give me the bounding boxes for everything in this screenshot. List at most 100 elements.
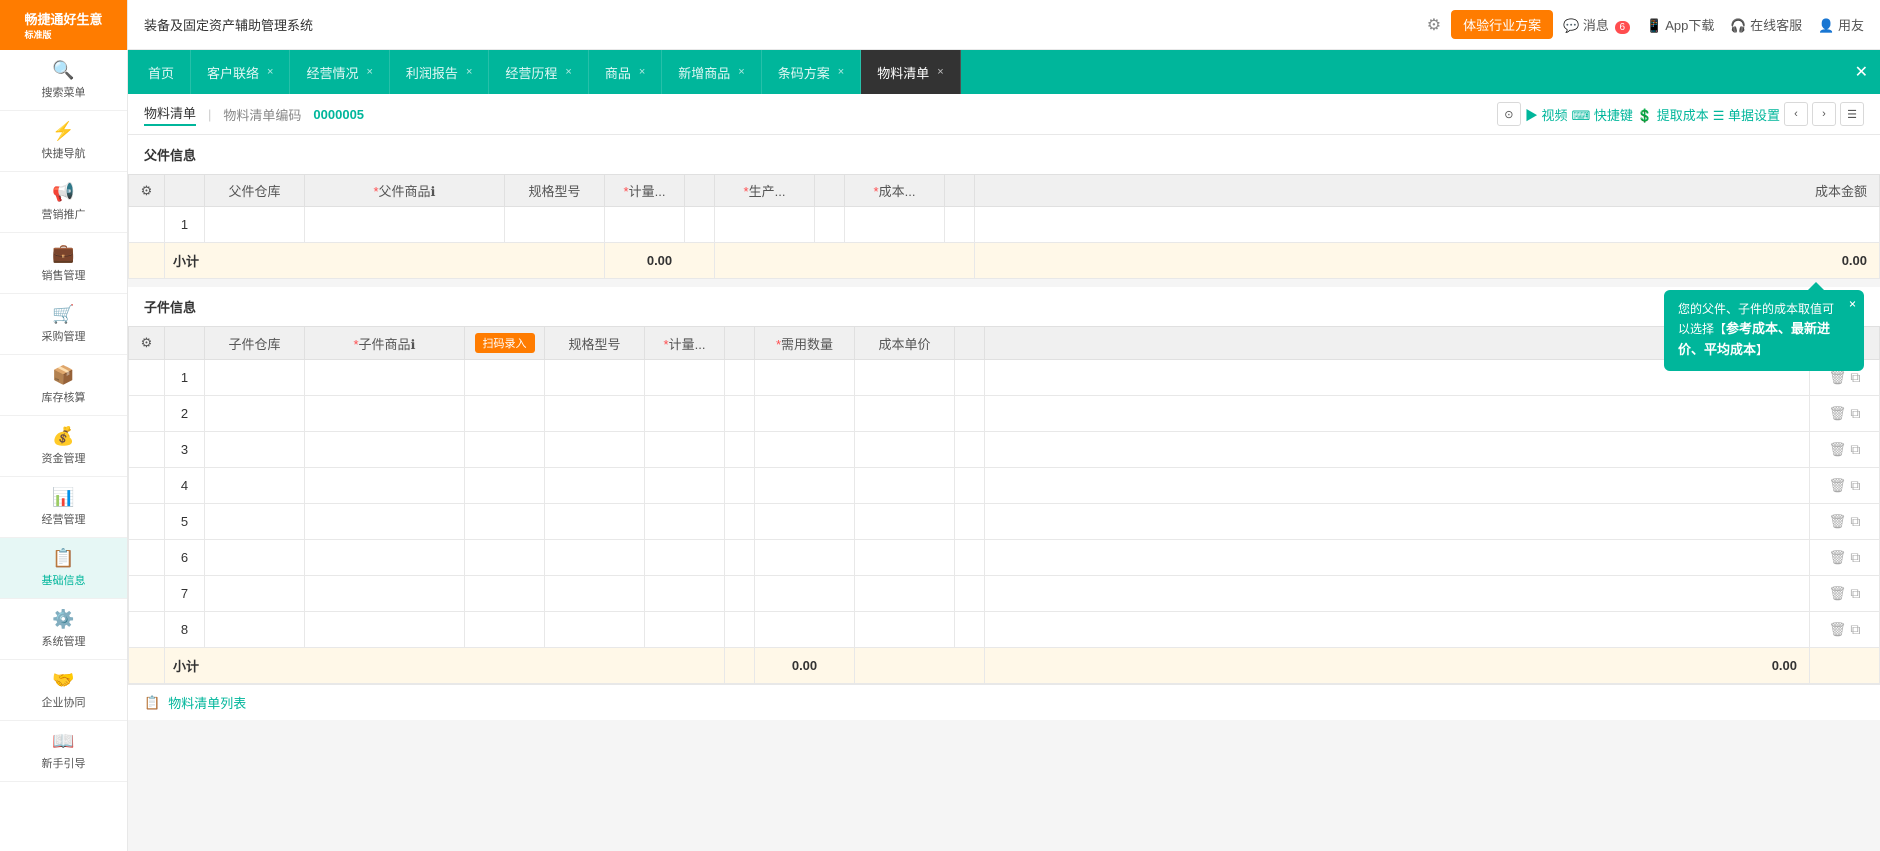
parent-col-produce: *生产... [715, 175, 815, 207]
delete-icon-5[interactable]: 🗑 [1829, 549, 1847, 566]
copy-icon-0[interactable]: ⧉ [1850, 369, 1860, 386]
topbar: 装备及固定资产辅助管理系统 ⚙ 体验行业方案 💬 消息 6 📱 App下载 🎧 … [128, 0, 1880, 50]
try-button[interactable]: 体验行业方案 [1451, 10, 1553, 39]
tab-close-8[interactable]: × [937, 66, 943, 78]
sidebar-item-2[interactable]: 📢营销推广 [0, 172, 127, 233]
sub-header-actions: ⊙ ▶ 视频 ⌨ 快捷键 💲 提取成本 ☰ 单据设置 ‹ › ☰ [1497, 102, 1864, 126]
view-action[interactable]: ▶ 视频 [1525, 105, 1568, 124]
cost-tooltip: ××您的父件、子件的成本取值可以选择【参考成本、最新进价、平均成本】 [1664, 290, 1864, 371]
online-service-action[interactable]: 🎧 在线客服 [1730, 15, 1802, 34]
message-badge: 6 [1615, 21, 1631, 34]
app-download-action[interactable]: 📱 App下载 [1646, 15, 1714, 34]
tab-close-4[interactable]: × [565, 66, 571, 78]
child-col-product: *子件商品ℹ [305, 327, 465, 360]
topbar-actions: 💬 消息 6 📱 App下载 🎧 在线客服 👤 用友 [1563, 15, 1864, 34]
child-col-number [165, 327, 205, 360]
nav-list[interactable]: ☰ [1840, 102, 1864, 126]
settings-icon[interactable]: ⚙ [1427, 15, 1441, 35]
sidebar-icon-8: 📋 [52, 548, 74, 569]
sub-tab-1[interactable]: 物料清单 [144, 103, 196, 126]
tab-close-6[interactable]: × [738, 66, 744, 78]
nav-tab-0[interactable]: 首页 [128, 50, 191, 94]
nav-tab-7[interactable]: 条码方案× [762, 50, 861, 94]
sidebar-icon-5: 📦 [52, 365, 74, 386]
nav-tab-3[interactable]: 利润报告× [390, 50, 489, 94]
sidebar-item-5[interactable]: 📦库存核算 [0, 355, 127, 416]
child-row-1: 2 🗑 ⧉ [129, 396, 1880, 432]
child-table: ⚙ 子件仓库 *子件商品ℹ 扫码录入 规格型号 *计量... *需用数量 成本单… [128, 326, 1880, 684]
sidebar-item-1[interactable]: ⚡快捷导航 [0, 111, 127, 172]
delete-icon-1[interactable]: 🗑 [1829, 405, 1847, 422]
child-col-scan[interactable]: 扫码录入 [465, 327, 545, 360]
parent-section: 父件信息 ⚙ 父件仓库 *父件商品ℹ 规格型号 *计量... *生产... [128, 135, 1880, 279]
sidebar-item-11[interactable]: 📖新手引导 [0, 721, 127, 782]
nav-tab-1[interactable]: 客户联络× [191, 50, 290, 94]
sidebar-icon-1: ⚡ [52, 121, 74, 142]
child-col-unit: *计量... [645, 327, 725, 360]
parent-col-extra2 [815, 175, 845, 207]
tab-close-3[interactable]: × [466, 66, 472, 78]
sidebar-item-6[interactable]: 💰资金管理 [0, 416, 127, 477]
tab-close-1[interactable]: × [267, 66, 273, 78]
sidebar-item-0[interactable]: 🔍搜索菜单 [0, 50, 127, 111]
sidebar-icon-6: 💰 [52, 426, 74, 447]
nav-first[interactable]: ⊙ [1497, 102, 1521, 126]
parent-col-amount: 成本金额 [975, 175, 1880, 207]
tab-close-2[interactable]: × [366, 66, 372, 78]
delete-icon-6[interactable]: 🗑 [1829, 585, 1847, 602]
delete-icon-3[interactable]: 🗑 [1829, 477, 1847, 494]
parent-row-1: 1 [129, 207, 1880, 243]
system-title: 装备及固定资产辅助管理系统 [144, 15, 1417, 34]
nav-tab-4[interactable]: 经营历程× [489, 50, 588, 94]
app-logo: 畅捷通好生意 标准版 [0, 0, 127, 50]
child-section: 子件信息 ⚙ 子件仓库 *子件商品ℹ 扫码录入 规格型号 *计量... [128, 287, 1880, 684]
child-row-3: 4 🗑 ⧉ [129, 468, 1880, 504]
parent-col-warehouse: 父件仓库 [205, 175, 305, 207]
delete-icon-2[interactable]: 🗑 [1829, 441, 1847, 458]
nav-tabs: 首页客户联络×经营情况×利润报告×经营历程×商品×新增商品×条码方案×物料清单×… [128, 50, 1880, 94]
copy-icon-2[interactable]: ⧉ [1850, 441, 1860, 458]
parent-table: ⚙ 父件仓库 *父件商品ℹ 规格型号 *计量... *生产... *成本... [128, 174, 1880, 279]
copy-icon-7[interactable]: ⧉ [1850, 621, 1860, 638]
child-col-spec: 规格型号 [545, 327, 645, 360]
copy-icon-5[interactable]: ⧉ [1850, 549, 1860, 566]
sub-header: 物料清单 | 物料清单编码 0000005 ⊙ ▶ 视频 ⌨ 快捷键 💲 提取成… [128, 94, 1880, 135]
tab-close-7[interactable]: × [838, 66, 844, 78]
copy-icon-1[interactable]: ⧉ [1850, 405, 1860, 422]
delete-icon-0[interactable]: 🗑 [1829, 369, 1847, 386]
copy-icon-4[interactable]: ⧉ [1850, 513, 1860, 530]
nav-tab-5[interactable]: 商品× [589, 50, 662, 94]
main-area: 装备及固定资产辅助管理系统 ⚙ 体验行业方案 💬 消息 6 📱 App下载 🎧 … [128, 0, 1880, 851]
copy-icon-6[interactable]: ⧉ [1850, 585, 1860, 602]
sidebar-item-9[interactable]: ⚙️系统管理 [0, 599, 127, 660]
shortcut-action[interactable]: ⌨ 快捷键 [1571, 105, 1632, 124]
sidebar-icon-3: 💼 [52, 243, 74, 264]
document-code: 0000005 [313, 107, 364, 122]
copy-icon-3[interactable]: ⧉ [1850, 477, 1860, 494]
cost-action[interactable]: 💲 提取成本 [1637, 105, 1709, 124]
user-avatar[interactable]: 👤 用友 [1818, 15, 1864, 34]
nav-tab-2[interactable]: 经营情况× [290, 50, 389, 94]
tab-close-5[interactable]: × [639, 66, 645, 78]
nav-tab-8[interactable]: 物料清单× [861, 50, 960, 94]
close-all-tabs-icon[interactable]: ✕ [1843, 62, 1880, 82]
scan-input-button[interactable]: 扫码录入 [475, 333, 535, 353]
sidebar-item-8[interactable]: 📋基础信息 [0, 538, 127, 599]
sidebar-item-10[interactable]: 🤝企业协同 [0, 660, 127, 721]
bottom-text[interactable]: 物料清单列表 [168, 693, 246, 712]
sidebar-item-3[interactable]: 💼销售管理 [0, 233, 127, 294]
nav-prev[interactable]: ‹ [1784, 102, 1808, 126]
sidebar-item-7[interactable]: 📊经营管理 [0, 477, 127, 538]
parent-col-extra3 [945, 175, 975, 207]
nav-tab-6[interactable]: 新增商品× [662, 50, 761, 94]
nav-next[interactable]: › [1812, 102, 1836, 126]
parent-section-title: 父件信息 [128, 135, 1880, 174]
tooltip-close-icon[interactable]: × [1849, 295, 1856, 314]
message-action[interactable]: 💬 消息 6 [1563, 15, 1630, 34]
delete-icon-4[interactable]: 🗑 [1829, 513, 1847, 530]
settings-action[interactable]: ☰ 单据设置 [1713, 105, 1780, 124]
child-row-4: 5 🗑 ⧉ [129, 504, 1880, 540]
sidebar-item-4[interactable]: 🛒采购管理 [0, 294, 127, 355]
parent-col-number [165, 175, 205, 207]
delete-icon-7[interactable]: 🗑 [1829, 621, 1847, 638]
